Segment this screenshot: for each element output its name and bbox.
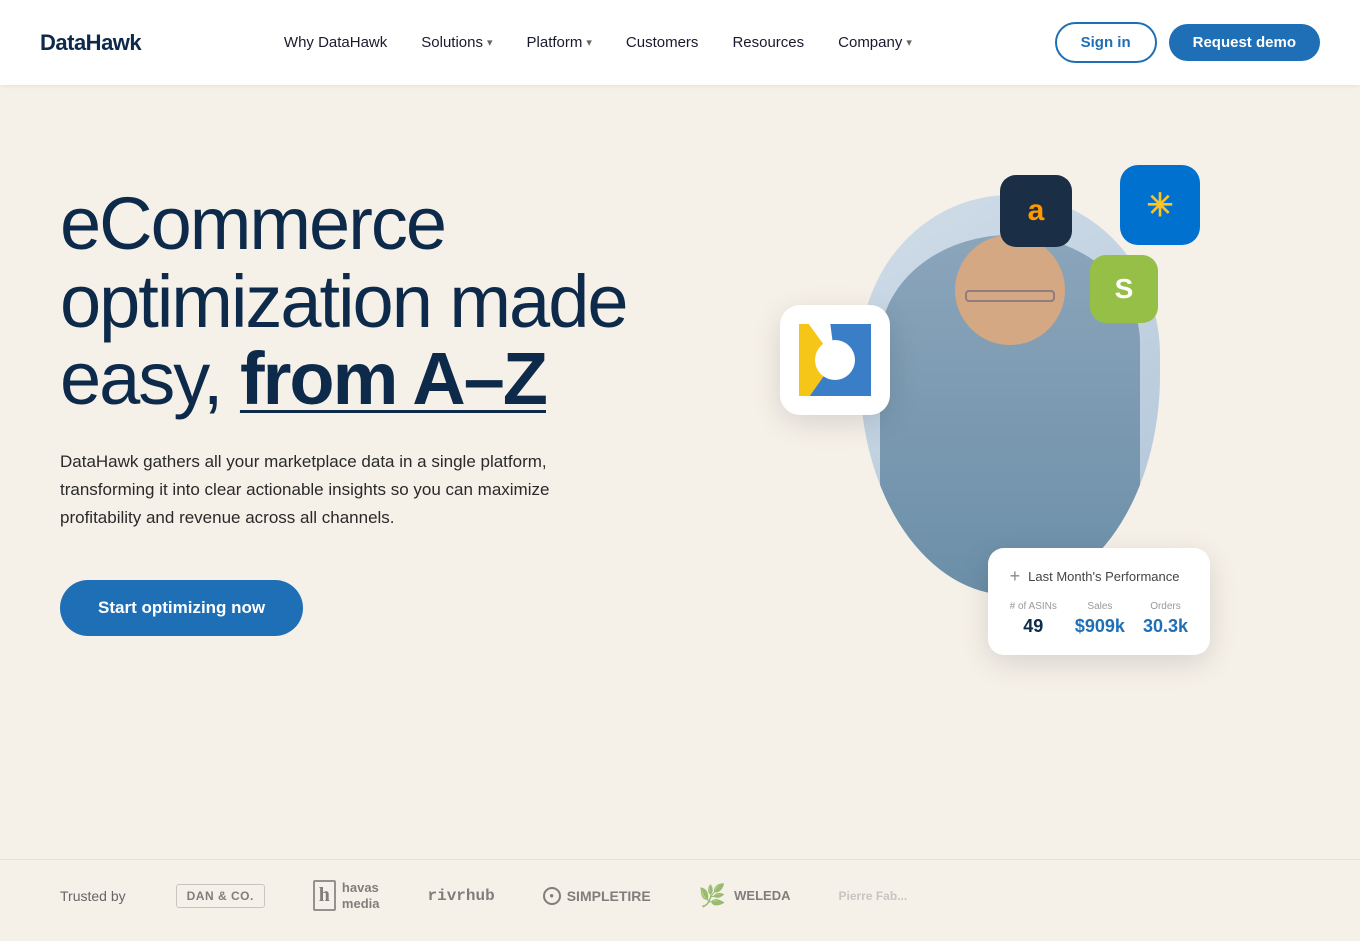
logo-pierre-fabre: Pierre Fab... — [838, 889, 907, 903]
nav-platform[interactable]: Platform ▾ — [513, 26, 606, 59]
nav-why-datahawk[interactable]: Why DataHawk — [270, 26, 401, 59]
stat-asins: # of ASINs 49 — [1010, 601, 1057, 637]
hero-section: eCommerce optimization made easy, from A… — [0, 85, 1360, 859]
logo-weleda: 🌿 WELEDA — [699, 883, 791, 909]
perf-stats-row: # of ASINs 49 Sales $909k Orders 30.3k — [1010, 601, 1188, 637]
performance-card: + Last Month's Performance # of ASINs 49… — [988, 548, 1210, 655]
chevron-down-icon: ▾ — [586, 36, 592, 49]
hero-heading: eCommerce optimization made easy, from A… — [60, 185, 680, 418]
amazon-icon: a — [1000, 175, 1072, 247]
simpletire-icon: ● — [543, 887, 561, 905]
stat-sales: Sales $909k — [1075, 601, 1125, 637]
logo-simpletire: ● SIMPLETIRE — [543, 887, 651, 905]
logos-row: DAN & CO. h havasmedia rivrhub ● SIMPLET… — [176, 880, 908, 911]
nav-company[interactable]: Company ▾ — [824, 26, 926, 59]
nav-actions: Sign in Request demo — [1055, 22, 1320, 63]
nav-customers[interactable]: Customers — [612, 26, 713, 59]
chevron-down-icon: ▾ — [906, 36, 912, 49]
shopify-icon: S — [1090, 255, 1158, 323]
pie-chart — [799, 324, 871, 396]
pie-chart-card — [780, 305, 890, 415]
chevron-down-icon: ▾ — [487, 36, 493, 49]
trusted-bar: Trusted by DAN & CO. h havasmedia rivrhu… — [0, 859, 1360, 941]
nav-resources[interactable]: Resources — [718, 26, 818, 59]
walmart-icon: ✳ — [1120, 165, 1200, 245]
hero-subtext: DataHawk gathers all your marketplace da… — [60, 448, 600, 532]
nav-links: Why DataHawk Solutions ▾ Platform ▾ Cust… — [270, 26, 926, 59]
plus-icon: + — [1010, 566, 1021, 587]
perf-card-header: + Last Month's Performance — [1010, 566, 1188, 587]
trusted-label: Trusted by — [60, 888, 126, 904]
hero-content: eCommerce optimization made easy, from A… — [60, 165, 680, 636]
request-demo-button[interactable]: Request demo — [1169, 24, 1320, 61]
brand-name: DataHawk — [40, 30, 141, 55]
cta-button[interactable]: Start optimizing now — [60, 580, 303, 636]
logo-havas: h havasmedia — [313, 880, 380, 911]
hero-visual: a ✳ S — [680, 165, 1300, 685]
signin-button[interactable]: Sign in — [1055, 22, 1157, 63]
navbar: DataHawk Why DataHawk Solutions ▾ Platfo… — [0, 0, 1360, 85]
logo[interactable]: DataHawk — [40, 30, 141, 56]
logo-dan-co: DAN & CO. — [176, 884, 265, 908]
nav-solutions[interactable]: Solutions ▾ — [407, 26, 506, 59]
perf-card-title: Last Month's Performance — [1028, 569, 1179, 584]
stat-orders: Orders 30.3k — [1143, 601, 1188, 637]
logo-rivrhub: rivrhub — [428, 887, 495, 905]
